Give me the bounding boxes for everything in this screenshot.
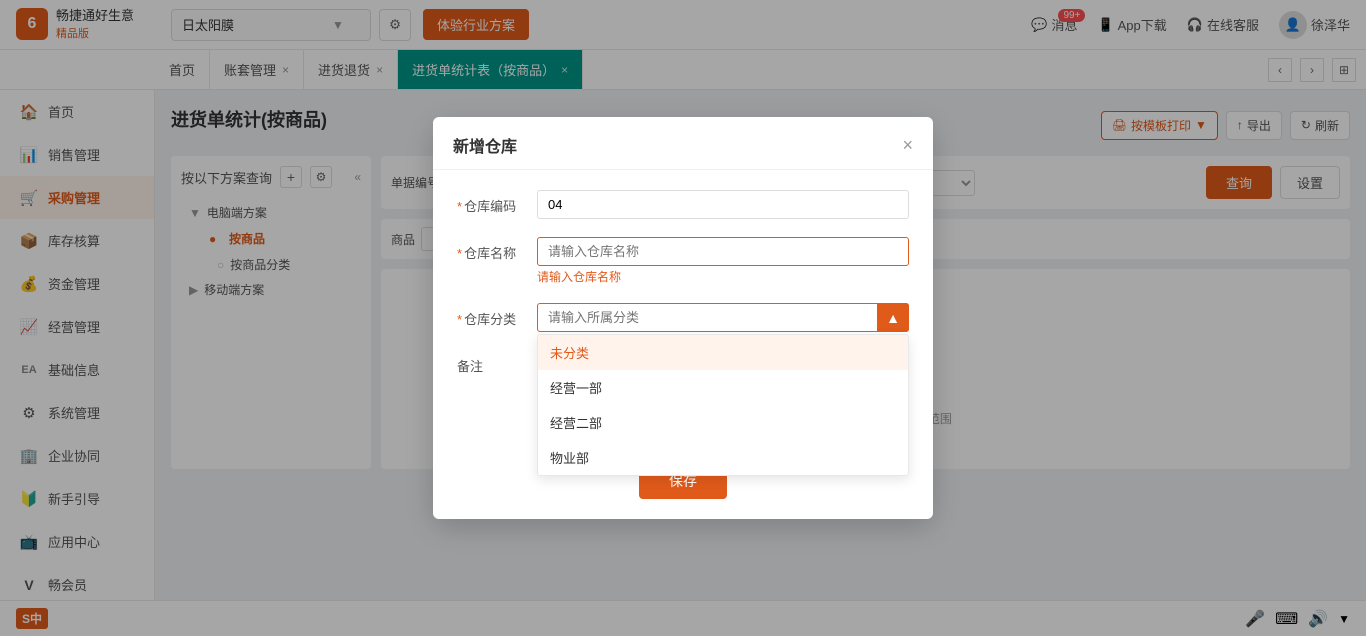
modal-close-button[interactable]: × bbox=[902, 136, 913, 154]
category-dropdown-list: 未分类 经营一部 经营二部 物业部 bbox=[537, 334, 909, 476]
dropdown-item-dept2[interactable]: 经营二部 bbox=[538, 405, 908, 440]
modal-title: 新增仓库 bbox=[453, 133, 517, 157]
modal-header: 新增仓库 × bbox=[433, 117, 933, 170]
warehouse-name-input[interactable] bbox=[537, 237, 909, 266]
warehouse-code-row: 仓库编码 bbox=[457, 190, 909, 219]
warehouse-name-row: 仓库名称 请输入仓库名称 bbox=[457, 237, 909, 285]
modal-overlay: 新增仓库 × 仓库编码 仓库名称 请输入仓库名称 仓库分类 bbox=[0, 0, 1366, 636]
add-warehouse-modal: 新增仓库 × 仓库编码 仓库名称 请输入仓库名称 仓库分类 bbox=[433, 117, 933, 519]
warehouse-name-wrap: 请输入仓库名称 bbox=[537, 237, 909, 285]
chevron-up-icon: ▲ bbox=[886, 310, 900, 326]
dropdown-item-dept1[interactable]: 经营一部 bbox=[538, 370, 908, 405]
warehouse-name-error: 请输入仓库名称 bbox=[537, 268, 909, 285]
warehouse-category-row: 仓库分类 ▲ 未分类 经营一部 经营二部 物业部 bbox=[457, 303, 909, 332]
modal-body: 仓库编码 仓库名称 请输入仓库名称 仓库分类 ▲ bbox=[433, 170, 933, 451]
dropdown-item-dept3[interactable]: 物业部 bbox=[538, 440, 908, 475]
dropdown-item-none[interactable]: 未分类 bbox=[538, 335, 908, 370]
warehouse-code-wrap bbox=[537, 190, 909, 219]
warehouse-category-wrap: ▲ 未分类 经营一部 经营二部 物业部 bbox=[537, 303, 909, 332]
category-dropdown-button[interactable]: ▲ bbox=[877, 303, 909, 332]
warehouse-note-label: 备注 bbox=[457, 350, 537, 375]
warehouse-category-input[interactable] bbox=[537, 303, 909, 332]
warehouse-code-label: 仓库编码 bbox=[457, 190, 537, 215]
warehouse-code-input[interactable] bbox=[537, 190, 909, 219]
warehouse-name-label: 仓库名称 bbox=[457, 237, 537, 262]
warehouse-category-label: 仓库分类 bbox=[457, 303, 537, 328]
